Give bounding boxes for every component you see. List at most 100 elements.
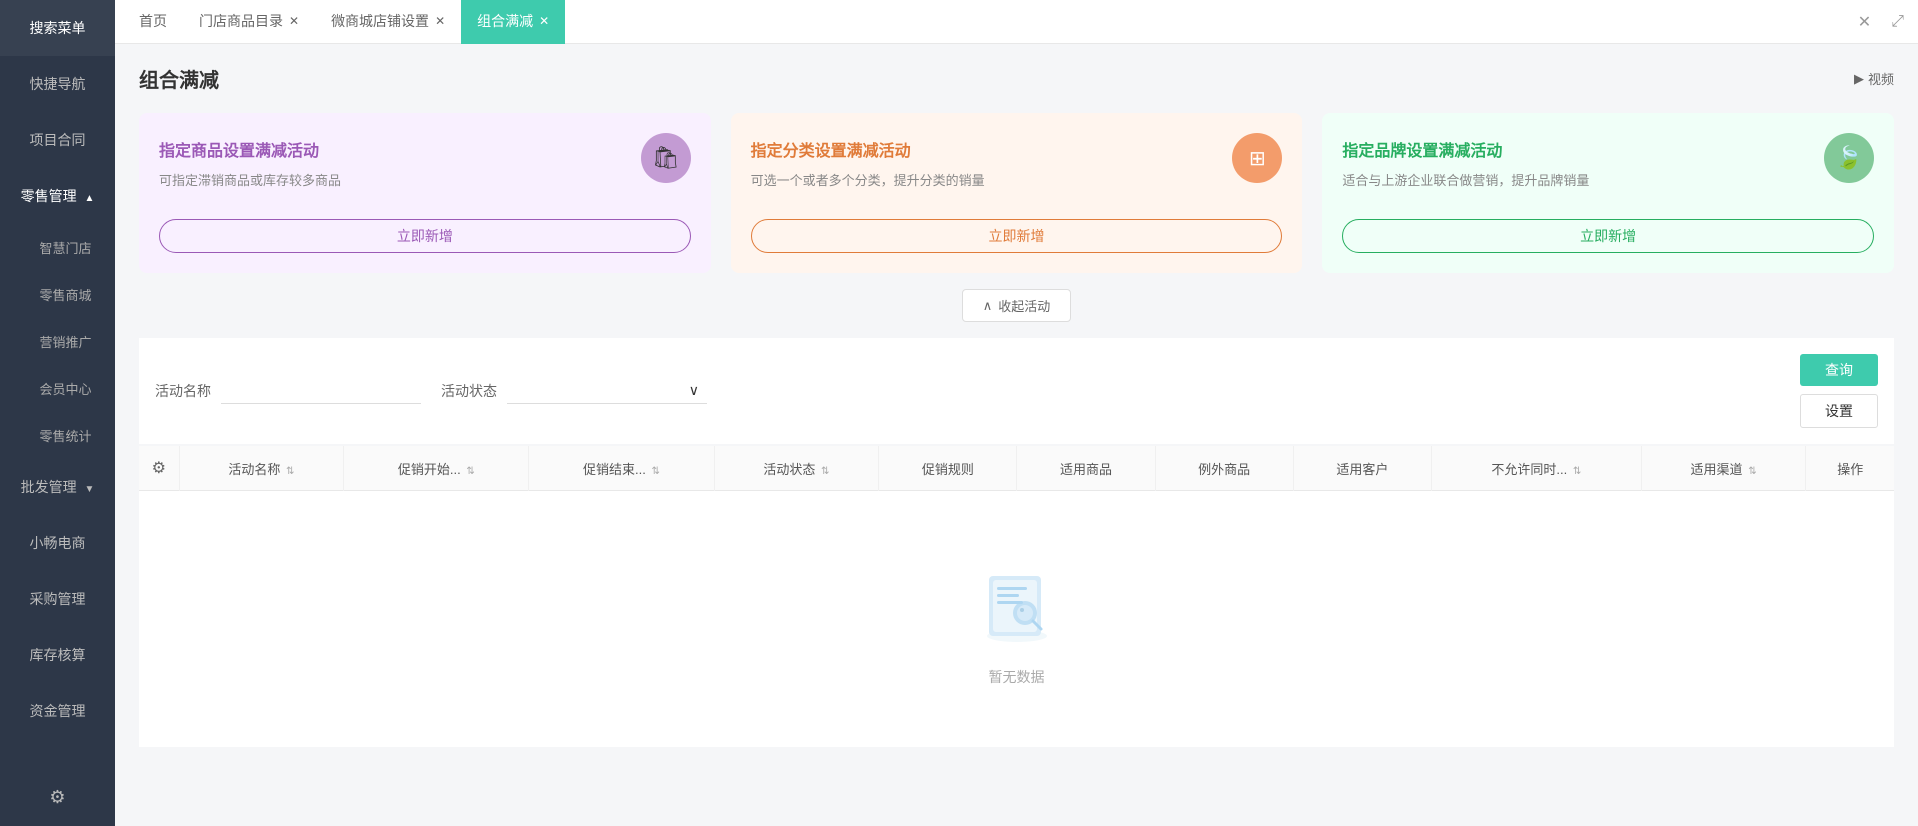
sidebar-item-wholesale-mgmt[interactable]: 批发管理 ▼ bbox=[0, 459, 115, 515]
leaf-icon: 🍃 bbox=[1835, 145, 1862, 171]
sidebar-item-member-center[interactable]: 会员中心 bbox=[0, 365, 115, 412]
grid-icon: ⊞ bbox=[1249, 146, 1266, 171]
th-applicable-customers: 适用客户 bbox=[1293, 446, 1431, 491]
search-bar: 活动名称 活动状态 ∨ 查询 设置 bbox=[139, 338, 1894, 444]
th-promo-rules: 促销规则 bbox=[879, 446, 1017, 491]
video-link[interactable]: ▶ 视频 bbox=[1854, 69, 1894, 88]
settings-icon: ⚙ bbox=[49, 787, 65, 807]
gear-icon: ⚙ bbox=[152, 460, 166, 477]
tab-store-catalog-close[interactable]: ✕ bbox=[289, 14, 299, 28]
th-promo-end-label: 促销结束... bbox=[583, 462, 646, 477]
th-exception-products: 例外商品 bbox=[1155, 446, 1293, 491]
th-activity-name-label: 活动名称 bbox=[228, 462, 280, 477]
tab-actions: ✕ ⤢ bbox=[1852, 8, 1910, 36]
sidebar-item-label: 智慧门店 bbox=[39, 241, 91, 256]
sidebar-item-label: 小畅电商 bbox=[30, 535, 86, 551]
card-brand-title: 指定品牌设置满减活动 bbox=[1342, 137, 1874, 161]
card-product-btn[interactable]: 立即新增 bbox=[159, 219, 691, 253]
sidebar-item-label: 会员中心 bbox=[39, 382, 91, 397]
sidebar-item-xiaochang-ecom[interactable]: 小畅电商 bbox=[0, 515, 115, 571]
sidebar-item-label: 项目合同 bbox=[30, 132, 86, 148]
sort-icon: ⇅ bbox=[1573, 466, 1581, 477]
tab-combo-discount-close[interactable]: ✕ bbox=[539, 14, 549, 28]
query-button[interactable]: 查询 bbox=[1800, 354, 1878, 386]
sidebar-item-retail-stats[interactable]: 零售统计 bbox=[0, 412, 115, 459]
th-promo-start-label: 促销开始... bbox=[398, 462, 461, 477]
tab-home[interactable]: 首页 bbox=[123, 0, 183, 44]
th-no-concurrent[interactable]: 不允许同时... ⇅ bbox=[1431, 446, 1641, 491]
collapse-label: 收起活动 bbox=[998, 296, 1050, 315]
sort-icon: ⇅ bbox=[466, 466, 474, 477]
settings-button[interactable]: 设置 bbox=[1800, 394, 1878, 428]
play-icon: ▶ bbox=[1854, 71, 1864, 87]
th-applicable-products: 适用商品 bbox=[1017, 446, 1155, 491]
th-promo-end[interactable]: 促销结束... ⇅ bbox=[529, 446, 714, 491]
activity-name-field: 活动名称 bbox=[155, 379, 421, 404]
th-activity-name[interactable]: 活动名称 ⇅ bbox=[179, 446, 344, 491]
activity-card-product: 🛍 指定商品设置满减活动 可指定滞销商品或库存较多商品 立即新增 bbox=[139, 113, 711, 273]
sort-icon: ⇅ bbox=[1748, 466, 1756, 477]
sidebar-item-label: 库存核算 bbox=[30, 647, 86, 663]
th-settings[interactable]: ⚙ bbox=[139, 446, 179, 491]
tab-combo-discount[interactable]: 组合满减 ✕ bbox=[461, 0, 565, 44]
activity-status-label: 活动状态 bbox=[441, 381, 497, 401]
tab-close-btn[interactable]: ✕ bbox=[1852, 8, 1877, 36]
tab-store-catalog-label: 门店商品目录 bbox=[199, 11, 283, 31]
card-brand-btn[interactable]: 立即新增 bbox=[1342, 219, 1874, 253]
sidebar-search[interactable]: 搜索菜单 bbox=[0, 0, 115, 56]
sidebar: 搜索菜单 快捷导航 项目合同 零售管理 ▲ 智慧门店 零售商城 营销推广 会员中… bbox=[0, 0, 115, 826]
tab-wechat-store[interactable]: 微商城店铺设置 ✕ bbox=[315, 0, 461, 44]
search-actions: 查询 设置 bbox=[1800, 354, 1878, 428]
sidebar-settings-btn[interactable]: ⚙ bbox=[0, 769, 115, 826]
tab-wechat-store-label: 微商城店铺设置 bbox=[331, 11, 429, 31]
th-activity-status[interactable]: 活动状态 ⇅ bbox=[714, 446, 879, 491]
th-applicable-channels[interactable]: 适用渠道 ⇅ bbox=[1641, 446, 1806, 491]
sidebar-item-quick-nav[interactable]: 快捷导航 bbox=[0, 56, 115, 112]
sidebar-item-label: 快捷导航 bbox=[30, 76, 86, 92]
sidebar-item-purchase-mgmt[interactable]: 采购管理 bbox=[0, 571, 115, 627]
activity-name-input[interactable] bbox=[221, 379, 421, 404]
empty-text: 暂无数据 bbox=[989, 667, 1045, 687]
activity-card-brand: 🍃 指定品牌设置满减活动 适合与上游企业联合做营销，提升品牌销量 立即新增 bbox=[1322, 113, 1894, 273]
tab-bar: 首页 门店商品目录 ✕ 微商城店铺设置 ✕ 组合满减 ✕ ✕ ⤢ bbox=[115, 0, 1918, 44]
tab-wechat-store-close[interactable]: ✕ bbox=[435, 14, 445, 28]
card-product-desc: 可指定滞销商品或库存较多商品 bbox=[159, 171, 691, 191]
tab-resize-btn[interactable]: ⤢ bbox=[1885, 9, 1910, 35]
sort-icon: ⇅ bbox=[286, 466, 294, 477]
shopping-bag-icon: 🛍 bbox=[652, 145, 680, 171]
sidebar-item-smart-store[interactable]: 智慧门店 bbox=[0, 224, 115, 271]
search-label: 搜索菜单 bbox=[30, 20, 86, 36]
activity-status-field: 活动状态 ∨ bbox=[441, 378, 707, 404]
sidebar-item-retail-mgmt[interactable]: 零售管理 ▲ bbox=[0, 168, 115, 224]
card-category-btn[interactable]: 立即新增 bbox=[751, 219, 1283, 253]
sort-icon: ⇅ bbox=[652, 466, 660, 477]
card-brand-desc: 适合与上游企业联合做营销，提升品牌销量 bbox=[1342, 171, 1874, 191]
sidebar-item-retail-mall[interactable]: 零售商城 bbox=[0, 271, 115, 318]
main-area: 首页 门店商品目录 ✕ 微商城店铺设置 ✕ 组合满减 ✕ ✕ ⤢ 组合满减 ▶ … bbox=[115, 0, 1918, 826]
sidebar-item-label: 零售管理 bbox=[21, 188, 77, 204]
collapse-bar: ∧ 收起活动 bbox=[139, 289, 1894, 322]
card-brand-icon: 🍃 bbox=[1824, 133, 1874, 183]
collapse-activity-btn[interactable]: ∧ 收起活动 bbox=[962, 289, 1072, 322]
sidebar-item-label: 资金管理 bbox=[30, 703, 86, 719]
th-promo-start[interactable]: 促销开始... ⇅ bbox=[344, 446, 529, 491]
th-operations-label: 操作 bbox=[1837, 462, 1863, 477]
sidebar-item-project-contract[interactable]: 项目合同 bbox=[0, 112, 115, 168]
page-header: 组合满减 ▶ 视频 bbox=[139, 64, 1894, 93]
sidebar-item-marketing[interactable]: 营销推广 bbox=[0, 318, 115, 365]
activity-card-category: ⊞ 指定分类设置满减活动 可选一个或者多个分类，提升分类的销量 立即新增 bbox=[731, 113, 1303, 273]
sidebar-item-fund-mgmt[interactable]: 资金管理 bbox=[0, 683, 115, 739]
activity-table: ⚙ 活动名称 ⇅ 促销开始... ⇅ 促销结束... ⇅ bbox=[139, 446, 1894, 491]
retail-mgmt-arrow: ▲ bbox=[84, 193, 94, 204]
sidebar-item-inventory-check[interactable]: 库存核算 bbox=[0, 627, 115, 683]
th-applicable-customers-label: 适用客户 bbox=[1336, 462, 1388, 477]
card-product-title: 指定商品设置满减活动 bbox=[159, 137, 691, 161]
page-title: 组合满减 bbox=[139, 64, 219, 93]
sidebar-item-label: 营销推广 bbox=[39, 335, 91, 350]
table-wrapper: ⚙ 活动名称 ⇅ 促销开始... ⇅ 促销结束... ⇅ bbox=[139, 446, 1894, 747]
card-category-title: 指定分类设置满减活动 bbox=[751, 137, 1283, 161]
card-category-desc: 可选一个或者多个分类，提升分类的销量 bbox=[751, 171, 1283, 191]
sidebar-item-label: 零售统计 bbox=[39, 429, 91, 444]
activity-status-select[interactable]: ∨ bbox=[507, 378, 707, 404]
tab-store-catalog[interactable]: 门店商品目录 ✕ bbox=[183, 0, 315, 44]
